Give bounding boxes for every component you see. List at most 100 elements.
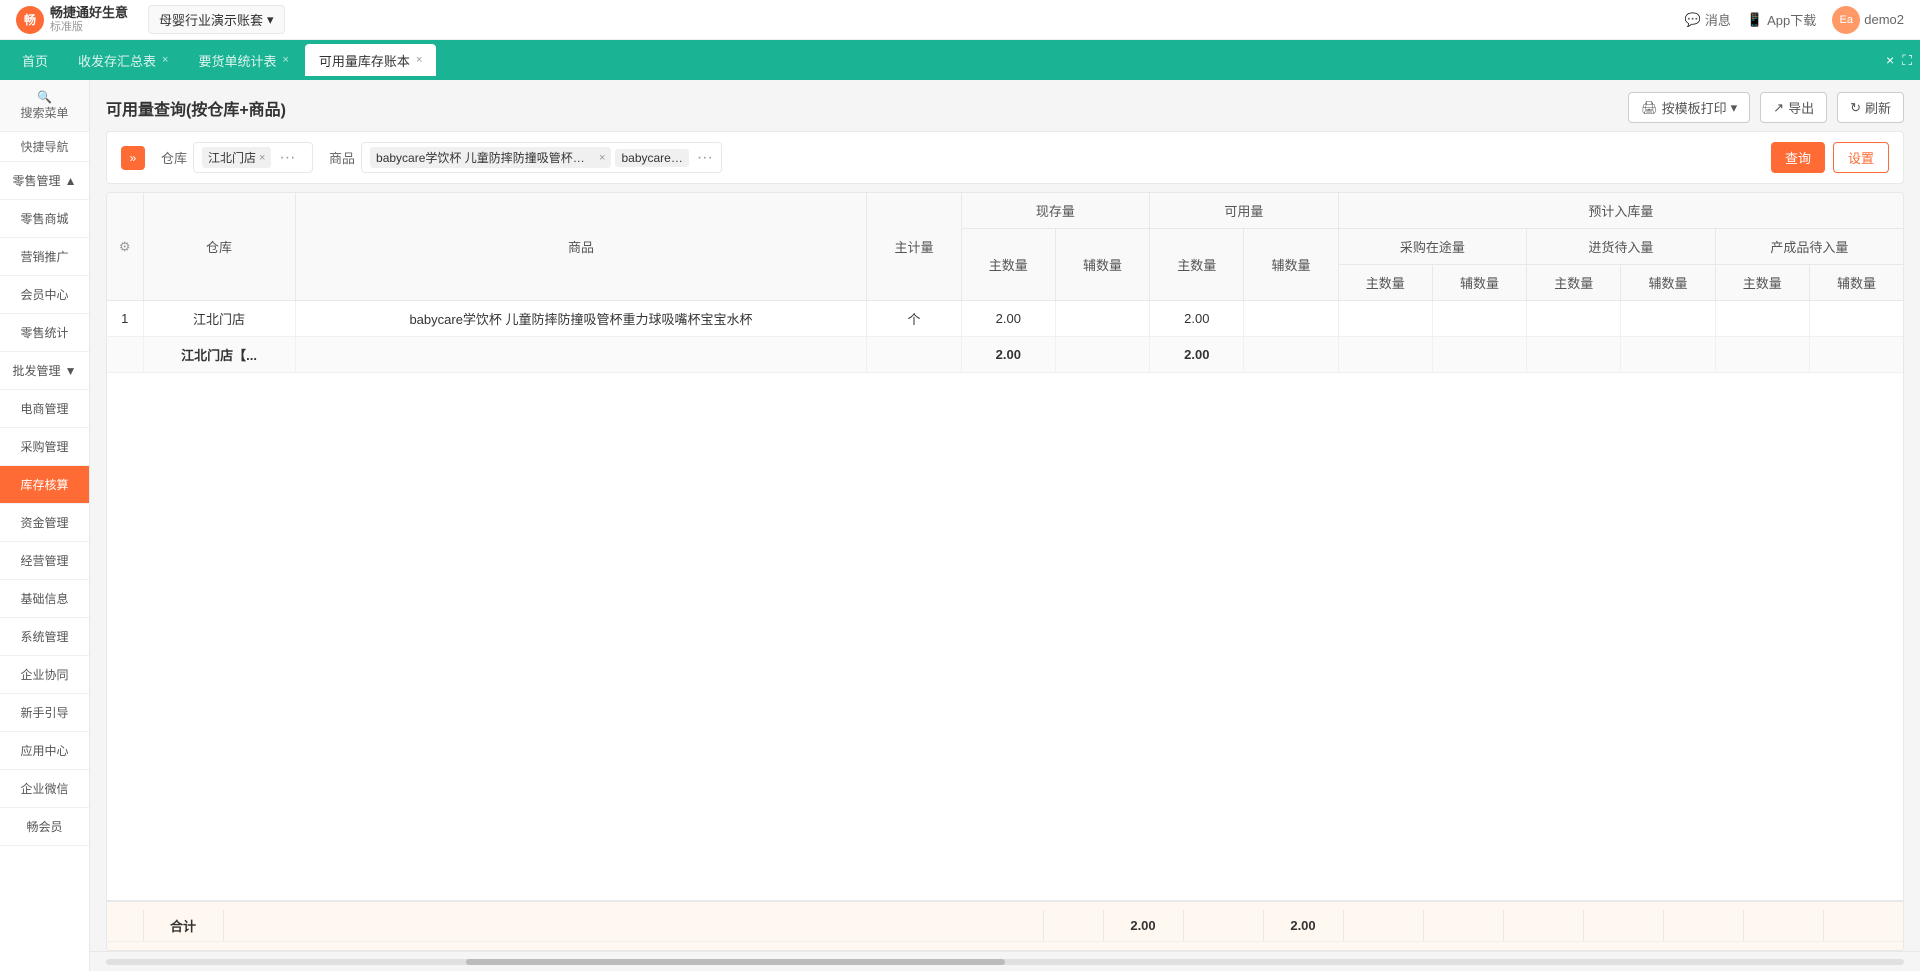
table-container: ⚙ 仓库 商品 主计量 现存量 可用量 预计入库量 主数量 辅数量 主数量 辅数… <box>106 192 1904 951</box>
warehouse-more[interactable]: ··· <box>279 149 295 167</box>
subtotal-available-main: 2.00 <box>1150 337 1244 373</box>
sidebar-item-ops[interactable]: 经营管理 <box>0 542 89 580</box>
total-stock-main: 2.00 <box>1103 910 1183 942</box>
cell-purchase-main <box>1338 301 1432 337</box>
cell-index: 1 <box>107 301 143 337</box>
refresh-icon: ↻ <box>1850 100 1861 116</box>
sidebar-item-newbie[interactable]: 新手引导 <box>0 694 89 732</box>
sidebar-item-wechat[interactable]: 企业微信 <box>0 770 89 808</box>
content-area: 可用量查询(按仓库+商品) 🖨 按模板打印 ▾ ↗ 导出 ↻ 刷新 <box>90 80 1920 971</box>
user-profile[interactable]: Ea demo2 <box>1832 6 1904 34</box>
sidebar-quick-nav[interactable]: 快捷导航 <box>0 132 89 162</box>
sidebar-item-vip[interactable]: 畅会员 <box>0 808 89 846</box>
sidebar-item-inventory[interactable]: 库存核算 <box>0 466 89 504</box>
cell-available-sub <box>1244 301 1338 337</box>
table-footer: 合计 2.00 2.00 <box>107 900 1903 950</box>
page-actions: 🖨 按模板打印 ▾ ↗ 导出 ↻ 刷新 <box>1628 92 1904 123</box>
th-inbound-main: 主数量 <box>1527 265 1621 301</box>
main-layout: 🔍 搜索菜单 快捷导航 零售管理 ▲ 零售商城 营销推广 会员中心 零售统计 批… <box>0 80 1920 971</box>
th-available-sub: 辅数量 <box>1244 229 1338 301</box>
export-button[interactable]: ↗ 导出 <box>1760 92 1827 123</box>
sidebar-item-system[interactable]: 系统管理 <box>0 618 89 656</box>
th-warehouse: 仓库 <box>143 193 295 301</box>
warehouse-input[interactable]: 江北门店 × ··· <box>193 142 313 173</box>
filter-actions: 查询 设置 <box>1771 142 1889 173</box>
sidebar-item-purchase[interactable]: 采购管理 <box>0 428 89 466</box>
total-label: 合计 <box>143 910 223 942</box>
top-bar-left: 畅 畅捷通好生意 标准版 母婴行业演示账套 ▾ <box>16 5 285 34</box>
message-button[interactable]: 💬 消息 <box>1685 10 1731 29</box>
settings-button[interactable]: 设置 <box>1833 142 1889 173</box>
sidebar-item-wholesale-mgmt[interactable]: 批发管理 ▼ <box>0 352 89 390</box>
gear-icon[interactable]: ⚙ <box>119 239 131 254</box>
sidebar-item-apps[interactable]: 应用中心 <box>0 732 89 770</box>
sidebar-item-basic[interactable]: 基础信息 <box>0 580 89 618</box>
tab-order-stats[interactable]: 要货单统计表 × <box>184 44 302 76</box>
download-icon: 📱 <box>1747 12 1763 28</box>
search-icon: 🔍 <box>37 90 52 104</box>
sidebar-item-ecommerce[interactable]: 电商管理 <box>0 390 89 428</box>
print-button[interactable]: 🖨 按模板打印 ▾ <box>1628 92 1750 123</box>
th-purchase-main: 主数量 <box>1338 265 1432 301</box>
th-product-main: 主数量 <box>1715 265 1809 301</box>
th-stock-main: 主数量 <box>961 229 1055 301</box>
sidebar-item-stats[interactable]: 零售统计 <box>0 314 89 352</box>
product-tag-close[interactable]: × <box>599 152 605 164</box>
sidebar-item-marketing[interactable]: 营销推广 <box>0 238 89 276</box>
subtotal-stock-main: 2.00 <box>961 337 1055 373</box>
scroll-thumb[interactable] <box>466 959 1005 965</box>
th-stock-group: 现存量 <box>961 193 1150 229</box>
chevron-icon: ▲ <box>65 174 77 188</box>
bottom-bar <box>90 951 1920 971</box>
top-bar: 畅 畅捷通好生意 标准版 母婴行业演示账套 ▾ 💬 消息 📱 App下载 Ea … <box>0 0 1920 40</box>
refresh-button[interactable]: ↻ 刷新 <box>1837 92 1904 123</box>
chevron-down-icon: ▾ <box>267 12 274 28</box>
product-filter: 商品 babycare学饮杯 儿童防摔防撞吸管杯重力球吸嘴杯宝宝水杯 × bab… <box>329 142 722 173</box>
sidebar-item-enterprise[interactable]: 企业协同 <box>0 656 89 694</box>
close-tab-2[interactable]: × <box>282 54 288 66</box>
filter-expand-button[interactable]: » <box>121 146 145 170</box>
product-tag-1: babycare学饮杯 儿童防摔防撞吸管杯重力球吸嘴杯宝宝水杯 × <box>370 147 611 168</box>
th-product-sub: 辅数量 <box>1809 265 1903 301</box>
logo: 畅 畅捷通好生意 标准版 <box>16 5 128 34</box>
th-incoming-group: 预计入库量 <box>1338 193 1903 229</box>
th-available-main: 主数量 <box>1150 229 1244 301</box>
export-icon: ↗ <box>1773 100 1784 116</box>
cell-warehouse: 江北门店 <box>143 301 295 337</box>
industry-selector[interactable]: 母婴行业演示账套 ▾ <box>148 5 285 34</box>
sidebar-search[interactable]: 🔍 搜索菜单 <box>0 80 89 132</box>
sidebar-item-zero-retail-mgmt[interactable]: 零售管理 ▲ <box>0 162 89 200</box>
page-title: 可用量查询(按仓库+商品) <box>106 96 286 120</box>
sidebar-item-zero-shop[interactable]: 零售商城 <box>0 200 89 238</box>
product-input[interactable]: babycare学饮杯 儿童防摔防撞吸管杯重力球吸嘴杯宝宝水杯 × babyca… <box>361 142 722 173</box>
cell-product-sub <box>1809 301 1903 337</box>
fullscreen-icon[interactable]: ⛶ <box>1902 52 1912 69</box>
avatar: Ea <box>1832 6 1860 34</box>
query-button[interactable]: 查询 <box>1771 142 1825 173</box>
subtotal-warehouse: 江北门店【... <box>143 337 295 373</box>
product-more[interactable]: ··· <box>697 149 713 167</box>
cell-purchase-sub <box>1432 301 1526 337</box>
top-bar-right: 💬 消息 📱 App下载 Ea demo2 <box>1685 6 1904 34</box>
tab-inventory-summary[interactable]: 收发存汇总表 × <box>64 44 182 76</box>
tab-home[interactable]: 首页 <box>8 44 62 76</box>
close-tab-3[interactable]: × <box>416 54 422 66</box>
horizontal-scrollbar[interactable] <box>106 959 1904 965</box>
th-product-group: 产成品待入量 <box>1715 229 1903 265</box>
sidebar-item-member[interactable]: 会员中心 <box>0 276 89 314</box>
close-tab-1[interactable]: × <box>162 54 168 66</box>
nav-tabs: 首页 收发存汇总表 × 要货单统计表 × 可用量库存账本 × × ⛶ <box>0 40 1920 80</box>
close-all-tabs[interactable]: × <box>1886 52 1894 68</box>
warehouse-tag-close[interactable]: × <box>259 152 265 164</box>
logo-icon: 畅 <box>16 6 44 34</box>
table-row: 1 江北门店 babycare学饮杯 儿童防摔防撞吸管杯重力球吸嘴杯宝宝水杯 个… <box>107 301 1903 337</box>
page-header: 可用量查询(按仓库+商品) 🖨 按模板打印 ▾ ↗ 导出 ↻ 刷新 <box>90 80 1920 131</box>
tab-available-inventory[interactable]: 可用量库存账本 × <box>305 44 436 76</box>
th-unit: 主计量 <box>867 193 961 301</box>
sidebar-item-finance[interactable]: 资金管理 <box>0 504 89 542</box>
th-stock-sub: 辅数量 <box>1055 229 1149 301</box>
cell-inbound-sub <box>1621 301 1715 337</box>
cell-available-main: 2.00 <box>1150 301 1244 337</box>
app-download-button[interactable]: 📱 App下载 <box>1747 10 1816 29</box>
message-icon: 💬 <box>1685 12 1701 28</box>
